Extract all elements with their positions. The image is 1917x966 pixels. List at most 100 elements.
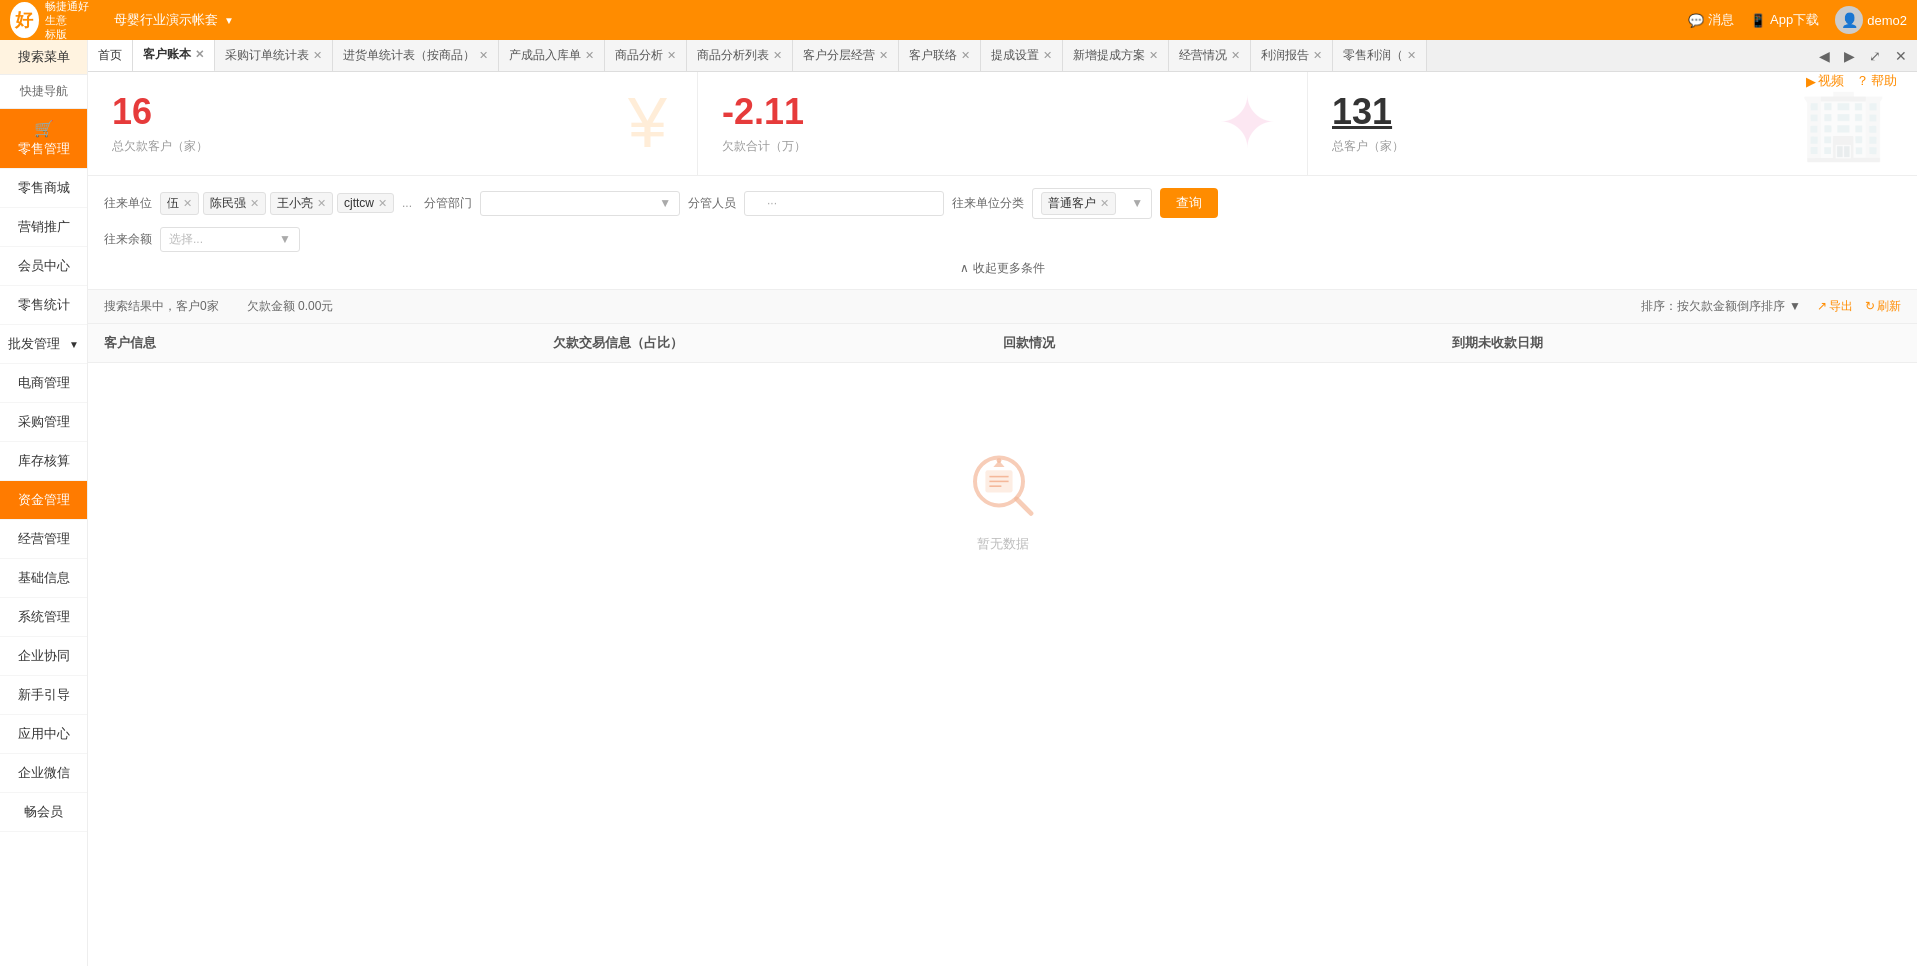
tab-add-commission[interactable]: 新增提成方案 ✕: [1063, 40, 1169, 72]
tab-close-icon[interactable]: ✕: [1231, 49, 1240, 62]
sidebar-item-chang-member[interactable]: 畅会员: [0, 793, 87, 832]
user-menu-btn[interactable]: 👤 demo2: [1835, 6, 1907, 34]
sidebar-item-finance[interactable]: 资金管理: [0, 481, 87, 520]
tab-profit[interactable]: 利润报告 ✕: [1251, 40, 1333, 72]
phone-icon: 📱: [1750, 13, 1766, 28]
tab-close-icon[interactable]: ✕: [879, 49, 888, 62]
tab-nav-prev[interactable]: ◀: [1813, 40, 1836, 72]
tab-goods-list[interactable]: 商品分析列表 ✕: [687, 40, 793, 72]
unit-type-tag[interactable]: 普通客户 ✕: [1041, 192, 1116, 215]
unit-tag-wang[interactable]: 王小亮 ✕: [270, 192, 333, 215]
col-header-customer: 客户信息: [104, 334, 553, 352]
app-download-btn[interactable]: 📱 App下载: [1750, 11, 1819, 29]
sidebar-item-enterprise-wechat[interactable]: 企业微信: [0, 754, 87, 793]
tab-close-icon[interactable]: ✕: [479, 49, 488, 62]
tab-home[interactable]: 首页: [88, 40, 133, 72]
filter-area: 往来单位 伍 ✕ 陈民强 ✕ 王小亮 ✕: [88, 176, 1917, 290]
filter-row-1: 往来单位 伍 ✕ 陈民强 ✕ 王小亮 ✕: [104, 188, 1901, 219]
tab-close-icon[interactable]: ✕: [1313, 49, 1322, 62]
tabs-bar: 首页 客户账本 ✕ 采购订单统计表 ✕ 进货单统计表（按商品） ✕ 产成品入库单…: [88, 40, 1917, 72]
tab-commission-settings[interactable]: 提成设置 ✕: [981, 40, 1063, 72]
collapse-row: ∧ 收起更多条件: [104, 260, 1901, 277]
tabs-right-btns: ◀ ▶ ⤢ ✕: [1813, 40, 1917, 72]
unit-type-arrow-icon: ▼: [1131, 196, 1143, 210]
tab-customer-tier[interactable]: 客户分层经营 ✕: [793, 40, 899, 72]
tab-customer-ledger[interactable]: 客户账本 ✕: [133, 40, 215, 72]
tab-customer-contact[interactable]: 客户联络 ✕: [899, 40, 981, 72]
account-selector[interactable]: 母婴行业演示帐套 ▼: [114, 11, 234, 29]
tab-close-icon[interactable]: ✕: [773, 49, 782, 62]
tab-product-storage[interactable]: 产成品入库单 ✕: [499, 40, 605, 72]
query-button[interactable]: 查询: [1160, 188, 1218, 218]
unit-tag-wu[interactable]: 伍 ✕: [160, 192, 199, 215]
unit-type-close[interactable]: ✕: [1100, 197, 1109, 210]
help-link[interactable]: ？ 帮助: [1856, 72, 1897, 90]
tag-close-wang[interactable]: ✕: [317, 197, 326, 210]
remain-label: 往来余额: [104, 231, 152, 248]
tab-close-icon[interactable]: ✕: [585, 49, 594, 62]
unit-tag-chen[interactable]: 陈民强 ✕: [203, 192, 266, 215]
collapse-button[interactable]: ∧ 收起更多条件: [960, 260, 1045, 277]
tab-close-icon[interactable]: ✕: [961, 49, 970, 62]
staff-label: 分管人员: [688, 195, 736, 212]
sidebar-item-purchase[interactable]: 采购管理: [0, 403, 87, 442]
message-btn[interactable]: 💬 消息: [1688, 11, 1734, 29]
unit-label: 往来单位: [104, 195, 152, 212]
sidebar-item-retail-stats[interactable]: 零售统计: [0, 286, 87, 325]
unit-type-select[interactable]: 普通客户 ✕ ▼: [1032, 188, 1152, 219]
tab-business[interactable]: 经营情况 ✕: [1169, 40, 1251, 72]
sidebar-item-operations[interactable]: 经营管理: [0, 520, 87, 559]
tab-close-icon[interactable]: ✕: [667, 49, 676, 62]
tab-close-icon[interactable]: ✕: [1149, 49, 1158, 62]
chevron-down-icon: ▼: [224, 15, 234, 26]
sidebar-item-marketing[interactable]: 营销推广: [0, 208, 87, 247]
tab-purchase-order[interactable]: 采购订单统计表 ✕: [215, 40, 333, 72]
staff-select[interactable]: ···: [744, 191, 944, 216]
tab-close-icon[interactable]: ✕: [1407, 49, 1416, 62]
main-content: 首页 客户账本 ✕ 采购订单统计表 ✕ 进货单统计表（按商品） ✕ 产成品入库单…: [88, 40, 1917, 966]
logo-icon: 好: [10, 2, 39, 38]
col-header-repay: 回款情况: [1003, 334, 1452, 352]
stat-label-total: 总客户（家）: [1332, 138, 1893, 155]
sidebar-item-member[interactable]: 会员中心: [0, 247, 87, 286]
refresh-button[interactable]: ↻ 刷新: [1865, 298, 1901, 315]
logo[interactable]: 好 畅捷通好生意 标版: [10, 0, 98, 41]
tab-close-icon[interactable]: ✕: [313, 49, 322, 62]
tag-close-chen[interactable]: ✕: [250, 197, 259, 210]
video-link[interactable]: ▶ 视频: [1806, 72, 1844, 90]
sidebar-item-app-center[interactable]: 应用中心: [0, 715, 87, 754]
sidebar-item-wholesale[interactable]: 批发管理 ▼: [0, 325, 87, 364]
sidebar-item-collab[interactable]: 企业协同: [0, 637, 87, 676]
sidebar-item-ecommerce[interactable]: 电商管理: [0, 364, 87, 403]
sidebar-item-newbie[interactable]: 新手引导: [0, 676, 87, 715]
tab-close-icon[interactable]: ✕: [195, 48, 204, 61]
sort-button[interactable]: 排序：按欠款金额倒序排序 ▼: [1641, 298, 1801, 315]
sidebar-item-retail[interactable]: 🛒 零售管理: [0, 109, 87, 169]
unit-tags: 伍 ✕ 陈民强 ✕ 王小亮 ✕ cjttcw ✕: [160, 192, 416, 215]
dept-select[interactable]: ▼: [480, 191, 680, 216]
sidebar-search[interactable]: 搜索菜单: [0, 40, 87, 75]
more-tags[interactable]: ...: [398, 194, 416, 212]
sidebar-quick-nav[interactable]: 快捷导航: [0, 75, 87, 109]
sidebar-item-retail-mall[interactable]: 零售商城: [0, 169, 87, 208]
remain-select[interactable]: 选择... ▼: [160, 227, 300, 252]
layout: 搜索菜单 快捷导航 🛒 零售管理 零售商城 营销推广 会员中心 零售统计 批发管…: [0, 40, 1917, 966]
stat-value-customers: 16: [112, 92, 673, 132]
export-button[interactable]: ↗ 导出: [1817, 298, 1853, 315]
tab-maximize[interactable]: ⤢: [1863, 40, 1887, 72]
tab-retail-profit[interactable]: 零售利润（ ✕: [1333, 40, 1427, 72]
top-bar: 好 畅捷通好生意 标版 母婴行业演示帐套 ▼ 💬 消息 📱 App下载 👤 de…: [0, 0, 1917, 40]
tab-close-all[interactable]: ✕: [1889, 40, 1913, 72]
stat-card-debt: ✦ -2.11 欠款合计（万）: [698, 72, 1308, 175]
tag-close-wu[interactable]: ✕: [183, 197, 192, 210]
tab-nav-next[interactable]: ▶: [1838, 40, 1861, 72]
sidebar-item-basic-info[interactable]: 基础信息: [0, 559, 87, 598]
tab-goods-analysis[interactable]: 商品分析 ✕: [605, 40, 687, 72]
chevron-up-icon: ∧: [960, 261, 969, 275]
sidebar-item-inventory[interactable]: 库存核算: [0, 442, 87, 481]
sidebar-item-system[interactable]: 系统管理: [0, 598, 87, 637]
tag-close-cj[interactable]: ✕: [378, 197, 387, 210]
unit-tag-cj[interactable]: cjttcw ✕: [337, 193, 394, 213]
tab-close-icon[interactable]: ✕: [1043, 49, 1052, 62]
tab-purchase-stats[interactable]: 进货单统计表（按商品） ✕: [333, 40, 499, 72]
